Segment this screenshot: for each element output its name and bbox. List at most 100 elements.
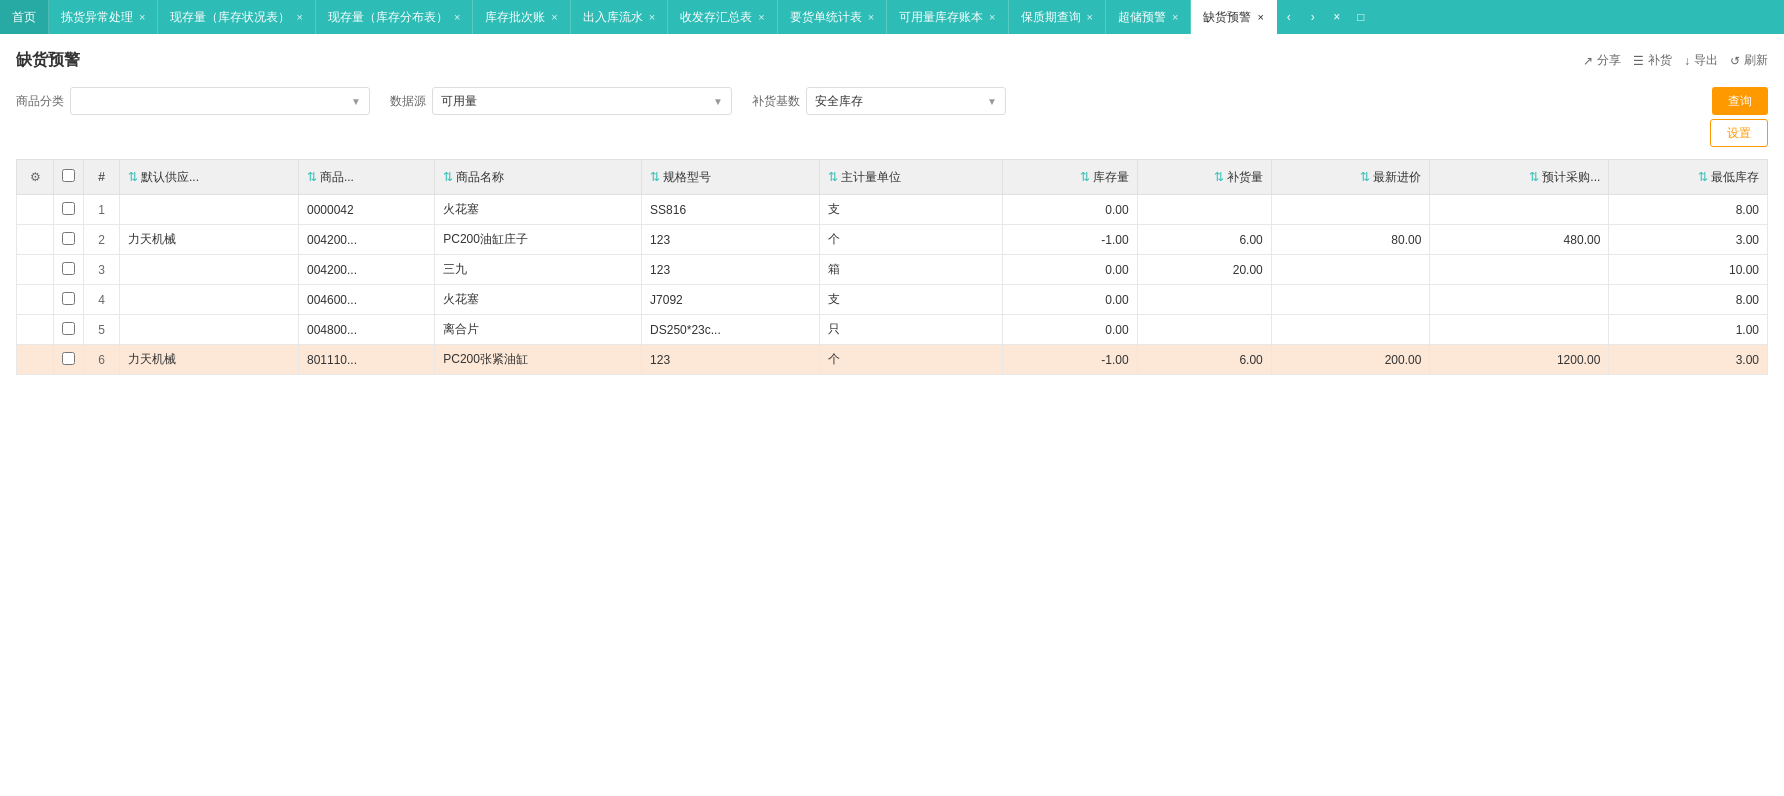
- tab-overstock[interactable]: 超储预警 ×: [1106, 0, 1191, 34]
- row-min-stock: 3.00: [1609, 345, 1768, 375]
- row-latest-price: [1271, 315, 1430, 345]
- row-stock-qty: 0.00: [1003, 315, 1137, 345]
- th-goods-name[interactable]: ⇅ 商品名称: [435, 160, 642, 195]
- category-arrow-icon: ▼: [351, 96, 361, 107]
- row-check-cell[interactable]: [54, 345, 84, 375]
- settings-button[interactable]: 设置: [1710, 119, 1768, 147]
- tab-expiry-query[interactable]: 保质期查询 ×: [1009, 0, 1106, 34]
- tab-home[interactable]: 首页: [0, 0, 49, 34]
- tab-close-available-ledger[interactable]: ×: [989, 11, 995, 23]
- row-supplier: [120, 195, 299, 225]
- tab-demand-stats[interactable]: 要货单统计表 ×: [778, 0, 887, 34]
- row-num: 5: [84, 315, 120, 345]
- row-replenish-qty: 6.00: [1137, 345, 1271, 375]
- tab-batch-account[interactable]: 库存批次账 ×: [473, 0, 570, 34]
- tab-close-expiry-query[interactable]: ×: [1087, 11, 1093, 23]
- tab-receipt-summary[interactable]: 收发存汇总表 ×: [668, 0, 777, 34]
- tab-maximize-button[interactable]: □: [1349, 0, 1373, 34]
- query-button[interactable]: 查询: [1712, 87, 1768, 115]
- sort-icon-spec: ⇅: [650, 170, 660, 184]
- tab-close-refine[interactable]: ×: [139, 11, 145, 23]
- th-latest-price[interactable]: ⇅ 最新进价: [1271, 160, 1430, 195]
- row-check-cell[interactable]: [54, 315, 84, 345]
- tab-close-all-button[interactable]: ×: [1325, 0, 1349, 34]
- tab-prev-button[interactable]: ‹: [1277, 0, 1301, 34]
- th-replenish-qty[interactable]: ⇅ 补货量: [1137, 160, 1271, 195]
- tab-close-inout-flow[interactable]: ×: [649, 11, 655, 23]
- datasource-label: 数据源: [390, 93, 426, 110]
- row-replenish-qty: 6.00: [1137, 225, 1271, 255]
- row-min-stock: 3.00: [1609, 225, 1768, 255]
- tab-inventory-status[interactable]: 现存量（库存状况表） ×: [158, 0, 315, 34]
- select-all-checkbox[interactable]: [62, 169, 75, 182]
- row-goods-name: PC200张紧油缸: [435, 345, 642, 375]
- row-checkbox-4[interactable]: [62, 322, 75, 335]
- tab-inventory-dist[interactable]: 现存量（库存分布表） ×: [316, 0, 473, 34]
- row-est-purchase: 480.00: [1430, 225, 1609, 255]
- row-replenish-qty: [1137, 315, 1271, 345]
- row-checkbox-2[interactable]: [62, 262, 75, 275]
- replenish-base-select[interactable]: 安全库存 ▼: [806, 87, 1006, 115]
- category-select[interactable]: ▼: [70, 87, 370, 115]
- datasource-select[interactable]: 可用量 ▼: [432, 87, 732, 115]
- gear-icon[interactable]: ⚙: [25, 167, 45, 187]
- tab-refine[interactable]: 拣货异常处理 ×: [49, 0, 158, 34]
- th-gear[interactable]: ⚙: [17, 160, 54, 195]
- row-spec: SS816: [642, 195, 820, 225]
- row-latest-price: [1271, 285, 1430, 315]
- row-supplier: [120, 255, 299, 285]
- page-title: 缺货预警: [16, 50, 80, 71]
- row-latest-price: [1271, 255, 1430, 285]
- row-num: 6: [84, 345, 120, 375]
- refresh-button[interactable]: ↺ 刷新: [1730, 52, 1768, 69]
- row-unit: 只: [820, 315, 1003, 345]
- category-filter: 商品分类 ▼: [16, 87, 370, 115]
- row-spec: DS250*23c...: [642, 315, 820, 345]
- row-checkbox-5[interactable]: [62, 352, 75, 365]
- tab-close-shortage[interactable]: ×: [1257, 11, 1263, 23]
- tab-close-receipt-summary[interactable]: ×: [758, 11, 764, 23]
- export-button[interactable]: ↓ 导出: [1684, 52, 1718, 69]
- row-est-purchase: 1200.00: [1430, 345, 1609, 375]
- row-gear-cell: [17, 315, 54, 345]
- row-checkbox-1[interactable]: [62, 232, 75, 245]
- export-icon: ↓: [1684, 54, 1690, 68]
- tab-close-overstock[interactable]: ×: [1172, 11, 1178, 23]
- th-default-supplier[interactable]: ⇅ 默认供应...: [120, 160, 299, 195]
- tab-next-button[interactable]: ›: [1301, 0, 1325, 34]
- tab-inout-flow[interactable]: 出入库流水 ×: [571, 0, 668, 34]
- th-stock-qty[interactable]: ⇅ 库存量: [1003, 160, 1137, 195]
- row-goods-code: 004600...: [298, 285, 434, 315]
- row-replenish-qty: 20.00: [1137, 255, 1271, 285]
- row-stock-qty: -1.00: [1003, 345, 1137, 375]
- row-min-stock: 10.00: [1609, 255, 1768, 285]
- tab-close-batch-account[interactable]: ×: [551, 11, 557, 23]
- tab-close-demand-stats[interactable]: ×: [868, 11, 874, 23]
- row-check-cell[interactable]: [54, 195, 84, 225]
- tab-shortage[interactable]: 缺货预警 ×: [1191, 0, 1276, 34]
- tab-close-inventory-dist[interactable]: ×: [454, 11, 460, 23]
- th-goods-code[interactable]: ⇅ 商品...: [298, 160, 434, 195]
- row-checkbox-0[interactable]: [62, 202, 75, 215]
- share-button[interactable]: ↗ 分享: [1583, 52, 1621, 69]
- row-supplier: [120, 285, 299, 315]
- th-est-purchase[interactable]: ⇅ 预计采购...: [1430, 160, 1609, 195]
- row-checkbox-3[interactable]: [62, 292, 75, 305]
- row-check-cell[interactable]: [54, 285, 84, 315]
- row-check-cell[interactable]: [54, 255, 84, 285]
- tab-close-inventory-status[interactable]: ×: [296, 11, 302, 23]
- share-icon: ↗: [1583, 54, 1593, 68]
- replenish-button[interactable]: ☰ 补货: [1633, 52, 1672, 69]
- row-check-cell[interactable]: [54, 225, 84, 255]
- row-num: 2: [84, 225, 120, 255]
- th-spec[interactable]: ⇅ 规格型号: [642, 160, 820, 195]
- th-unit[interactable]: ⇅ 主计量单位: [820, 160, 1003, 195]
- tab-available-ledger[interactable]: 可用量库存账本 ×: [887, 0, 1008, 34]
- row-goods-name: 离合片: [435, 315, 642, 345]
- table-row: 2 力天机械 004200... PC200油缸庄子 123 个 -1.00 6…: [17, 225, 1768, 255]
- row-supplier: 力天机械: [120, 345, 299, 375]
- th-min-stock[interactable]: ⇅ 最低库存: [1609, 160, 1768, 195]
- sort-icon-est-purchase: ⇅: [1529, 170, 1539, 184]
- row-unit: 个: [820, 225, 1003, 255]
- tab-bar: 首页 拣货异常处理 × 现存量（库存状况表） × 现存量（库存分布表） × 库存…: [0, 0, 1784, 34]
